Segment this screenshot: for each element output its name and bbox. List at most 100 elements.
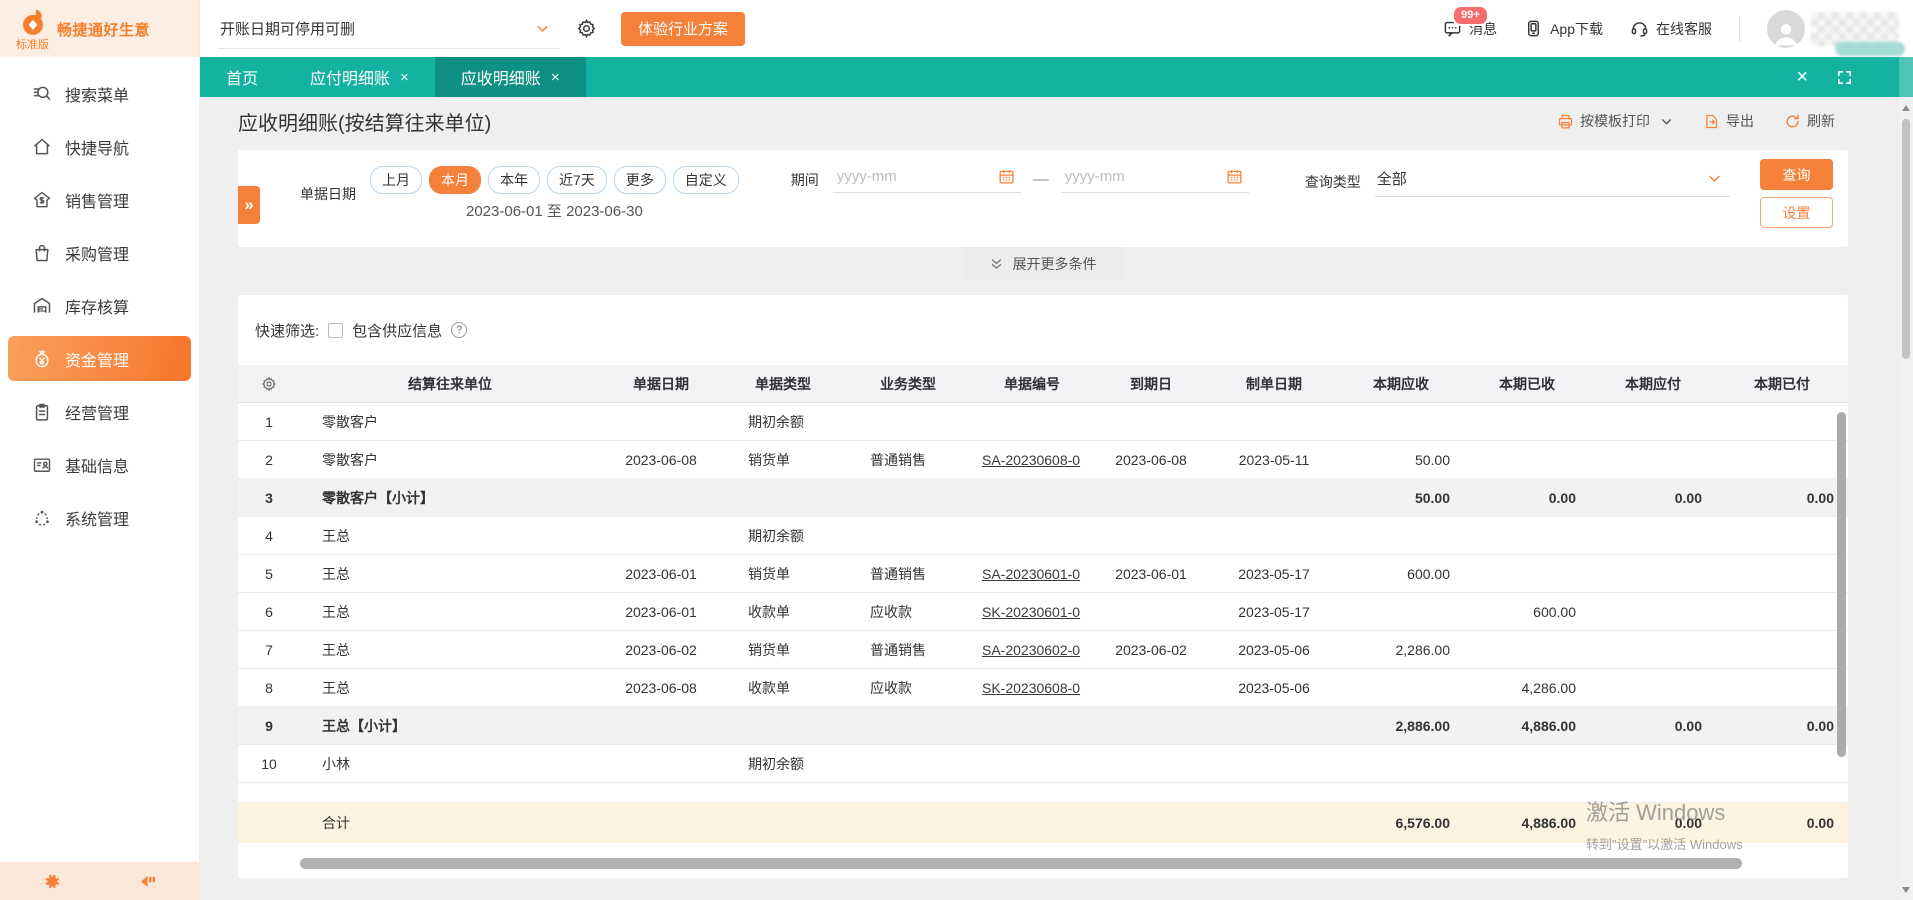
sidebar-item-home[interactable]: 快捷导航 [8,124,191,169]
column-header: 本期已收 [1499,375,1555,392]
scroll-up-arrow[interactable] [1902,105,1910,111]
sidebar-item-inventory[interactable]: 库存核算 [8,283,191,328]
brand-name: 畅捷通好生意 [57,22,151,39]
column-header: 本期应收 [1373,375,1429,392]
user-account[interactable] [1767,9,1905,56]
app-window: 标准版 畅捷通好生意 搜索菜单快捷导航销售管理采购管理库存核算资金管理经营管理基… [0,0,1913,900]
table-row: 4 王总 期初余额 [238,517,1848,555]
scroll-thumb[interactable] [1902,119,1910,359]
total-row: 合计 6,576.00 4,886.00 0.00 0.00 [238,803,1848,843]
phone-icon [1524,19,1543,38]
sidebar-item-label: 快捷导航 [65,140,130,158]
sidebar-item-label: 采购管理 [65,246,130,264]
tab-2[interactable]: 应收明细账 × [434,57,586,97]
help-question-icon[interactable]: ? [451,322,468,338]
period-end-placeholder: yyyy-mm [1064,168,1125,185]
page-title: 应收明细账(按结算往来单位) [238,112,492,135]
query-type-filter: 查询类型 全部 [1305,166,1730,197]
tab-0[interactable]: 首页 [200,57,284,97]
table-vertical-scrollbar[interactable] [1837,412,1846,757]
date-pill[interactable]: 自定义 [672,166,739,194]
table-row: 1 零散客户 期初余额 [238,403,1848,441]
include-supplier-checkbox[interactable] [328,322,344,338]
table-horizontal-scrollbar[interactable] [240,857,1846,870]
app-logo: 标准版 畅捷通好生意 [0,0,199,57]
query-type-label: 查询类型 [1304,173,1361,190]
settings-button[interactable]: 设置 [1760,197,1833,228]
quick-filter-label: 快速筛选: [255,322,320,340]
date-pill[interactable]: 近7天 [547,166,607,194]
sidebar-item-baseinfo[interactable]: 基础信息 [8,442,191,487]
settings-gear-icon[interactable] [576,18,597,39]
toolbar-export-button[interactable]: 导出 [1703,111,1754,131]
table-row: 5 王总 2023-06-01 销货单 普通销售 SA-20230601-0 2023-06… [238,555,1848,593]
date-pill[interactable]: 本年 [488,166,540,194]
table-row: 6 王总 2023-06-01 收款单 应收款 SK-20230601-0 2023-05-… [238,593,1848,631]
sidebar-item-funds[interactable]: 资金管理 [8,336,191,381]
sidebar-item-label: 经营管理 [65,405,130,423]
sidebar-item-system[interactable]: 系统管理 [8,495,191,540]
column-header: 业务类型 [880,375,936,392]
date-pill[interactable]: 本月 [429,166,481,194]
account-select-label: 开账日期可停用可删 [220,20,356,38]
query-type-value: 全部 [1376,171,1407,188]
home-icon [32,137,52,157]
doc-number-link[interactable]: SA-20230601-0 [982,566,1080,582]
topbar-item-message[interactable]: 99+ 消息 [1443,4,1497,39]
table-header-row: 结算往来单位 单据日期 单据类型 业务类型 单据编号 到期日 制单日期 本期应收 本期已收 本期应… [238,365,1848,403]
sidebar-item-operations[interactable]: 经营管理 [8,389,191,434]
tab-close-icon[interactable]: × [551,70,560,85]
sidebar-item-sales[interactable]: 销售管理 [8,177,191,222]
title-row: 应收明细账(按结算往来单位) 按模板打印 导出 刷新 [200,97,1913,145]
doc-number-link[interactable]: SK-20230601-0 [982,604,1080,620]
tab-1[interactable]: 应付明细账 × [284,57,435,97]
message-count-badge: 99+ [1452,4,1489,26]
topbar-item-phone[interactable]: App下载 [1524,19,1603,39]
tabbar-tools: × [1796,57,1913,97]
expand-more-label: 展开更多条件 [1012,255,1097,272]
query-type-select[interactable]: 全部 [1374,166,1730,197]
calendar-icon[interactable] [998,168,1015,185]
window-scrollbar[interactable] [1899,57,1913,900]
filter-expand-tab[interactable]: » [238,186,260,224]
toolbar-printer-button[interactable]: 按模板打印 [1557,111,1673,131]
table-row: 10 小林 期初余额 [238,745,1848,783]
period-end-input[interactable]: yyyy-mm [1060,166,1249,193]
sales-icon [32,190,52,210]
doc-number-link[interactable]: SA-20230608-0 [982,452,1080,468]
close-icon[interactable]: × [1796,67,1808,87]
baseinfo-icon [32,455,52,475]
open-tabs: 首页 应付明细账 × 应收明细账 × [200,57,586,97]
doc-number-link[interactable]: SA-20230602-0 [982,642,1080,658]
sidebar-item-purchase[interactable]: 采购管理 [8,230,191,275]
gear-icon[interactable] [261,376,277,392]
date-pill[interactable]: 更多 [613,166,666,194]
gear-icon[interactable] [42,872,61,891]
tabbar: 首页 应付明细账 × 应收明细账 × × [200,57,1913,97]
collapse-sidebar-icon[interactable] [138,872,157,891]
period-start-input[interactable]: yyyy-mm [832,166,1021,193]
topbar-item-headset[interactable]: 在线客服 [1630,19,1712,39]
scroll-down-arrow[interactable] [1902,887,1910,893]
date-pill[interactable]: 上月 [370,166,422,194]
avatar[interactable] [1767,9,1805,48]
toolbar-refresh-button[interactable]: 刷新 [1784,111,1835,131]
account-select[interactable]: 开账日期可停用可删 [218,9,560,49]
trial-plan-button[interactable]: 体验行业方案 [621,11,746,46]
search-button[interactable]: 查询 [1760,159,1833,190]
doc-date-label: 单据日期 [300,185,356,202]
sidebar-item-label: 库存核算 [65,299,130,317]
expand-more-button[interactable]: 展开更多条件 [962,247,1124,280]
calendar-icon[interactable] [1226,168,1243,185]
operations-icon [32,402,52,422]
fullscreen-icon[interactable] [1836,69,1853,86]
double-chevron-down-icon [990,257,1004,271]
sidebar-item-search[interactable]: 搜索菜单 [8,71,191,116]
doc-number-link[interactable]: SK-20230608-0 [982,680,1080,696]
topbar: 开账日期可停用可删 体验行业方案 99+ 消息 App下载 在线客服 [200,0,1913,57]
person-icon [1771,18,1801,48]
column-header: 单据类型 [755,375,811,392]
search-icon [32,84,52,104]
tab-close-icon[interactable]: × [400,70,409,85]
table-row: 2 零散客户 2023-06-08 销货单 普通销售 SA-20230608-0 2023-… [238,441,1848,479]
